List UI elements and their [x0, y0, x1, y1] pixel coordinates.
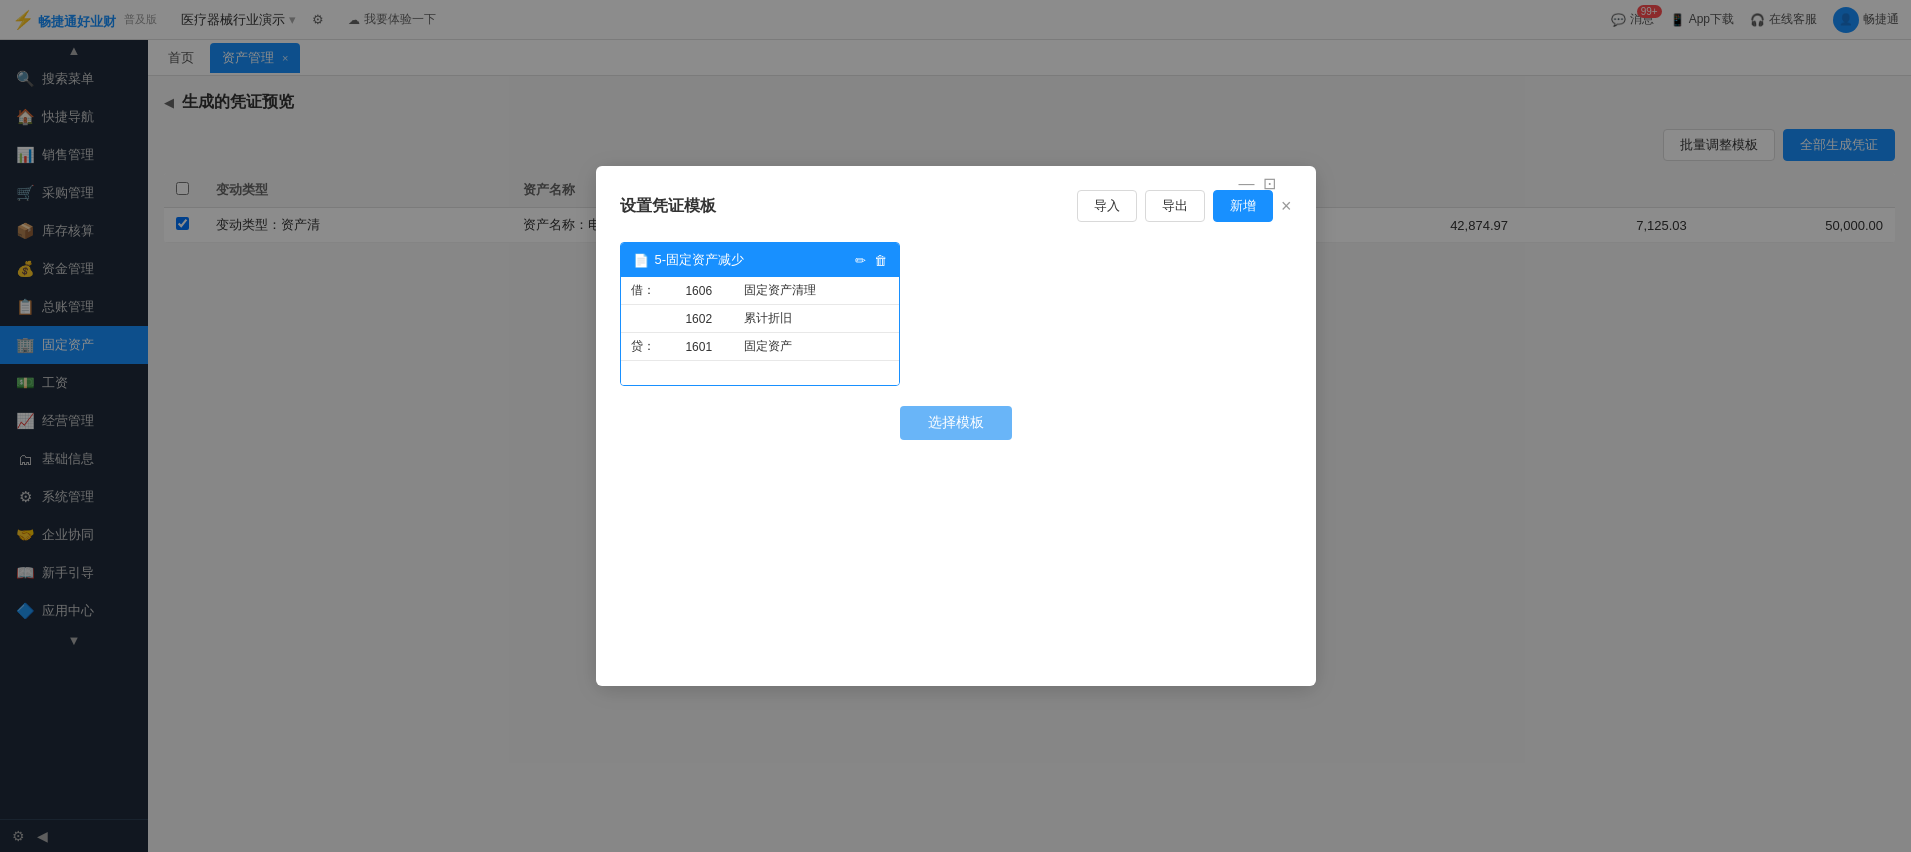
credit-code-1: 1601: [675, 333, 733, 361]
modal-overlay: — ⊡ 设置凭证模板 导入 导出 新增 × 📄 5-固定资产减少: [0, 0, 1911, 852]
new-template-button[interactable]: 新增: [1213, 190, 1273, 222]
select-template-button[interactable]: 选择模板: [900, 406, 1012, 440]
template-delete-icon[interactable]: 🗑: [874, 253, 887, 268]
template-edit-icon[interactable]: ✏: [855, 253, 866, 268]
modal-close-button[interactable]: ×: [1281, 196, 1292, 217]
template-name: 5-固定资产减少: [655, 251, 745, 269]
template-debit-row-2: 1602 累计折旧: [621, 305, 899, 333]
modal-actions: 导入 导出 新增: [1077, 190, 1273, 222]
debit-code-2: 1602: [675, 305, 733, 333]
template-credit-row-1: 贷： 1601 固定资产: [621, 333, 899, 361]
template-card-body: 借： 1606 固定资产清理 1602 累计折旧: [621, 277, 899, 385]
export-button[interactable]: 导出: [1145, 190, 1205, 222]
template-header-left: 📄 5-固定资产减少: [633, 251, 745, 269]
template-detail-table: 借： 1606 固定资产清理 1602 累计折旧: [621, 277, 899, 385]
debit-code-1: 1606: [675, 277, 733, 305]
credit-name-1: 固定资产: [734, 333, 849, 361]
window-minimize-button[interactable]: —: [1239, 174, 1255, 193]
modal-header: 设置凭证模板 导入 导出 新增 ×: [620, 190, 1292, 222]
debit-name-1: 固定资产清理: [734, 277, 849, 305]
modal: — ⊡ 设置凭证模板 导入 导出 新增 × 📄 5-固定资产减少: [596, 166, 1316, 686]
window-controls: — ⊡: [1239, 174, 1276, 193]
debit-name-2: 累计折旧: [734, 305, 849, 333]
debit-label: 借：: [621, 277, 676, 305]
template-empty-row: [621, 361, 899, 385]
import-button[interactable]: 导入: [1077, 190, 1137, 222]
window-maximize-button[interactable]: ⊡: [1263, 174, 1276, 193]
template-doc-icon: 📄: [633, 253, 649, 268]
modal-title: 设置凭证模板: [620, 196, 716, 217]
template-header-icons: ✏ 🗑: [855, 253, 887, 268]
template-card-header: 📄 5-固定资产减少 ✏ 🗑: [621, 243, 899, 277]
credit-label: 贷：: [621, 333, 676, 361]
template-card: 📄 5-固定资产减少 ✏ 🗑 借： 1606 固定资产清: [620, 242, 900, 386]
template-debit-row-1: 借： 1606 固定资产清理: [621, 277, 899, 305]
